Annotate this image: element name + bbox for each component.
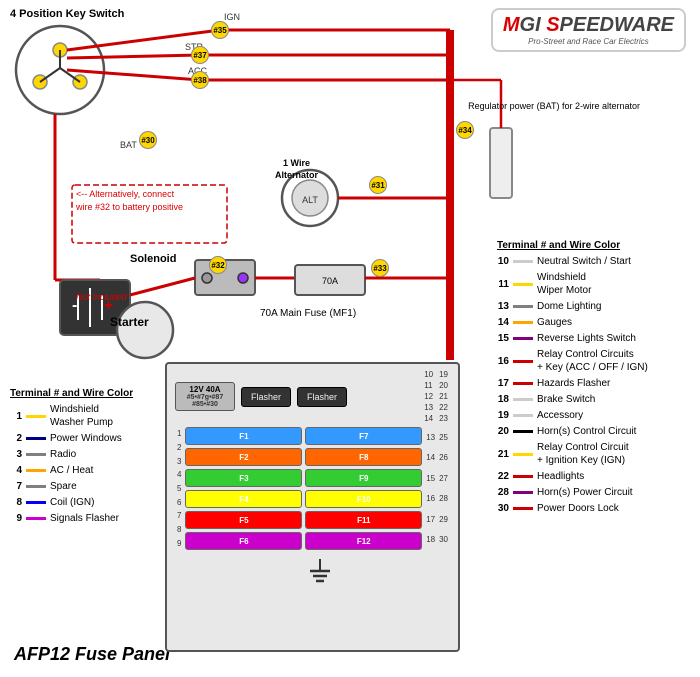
logo-brand: MGI SPEEDWARE: [503, 14, 674, 37]
switch-title: 4 Position Key Switch: [10, 8, 124, 20]
wire-color-line: [513, 360, 533, 363]
alt-connect-text: <-- Alternatively, connectwire #32 to ba…: [76, 188, 224, 213]
wire-number-badge-b38: #38: [191, 71, 209, 89]
wire-color-line: [26, 437, 46, 440]
left-terminal-section: Terminal # and Wire Color 1 WindshieldWa…: [10, 388, 165, 528]
alternator-label: 1 WireAlternator: [275, 158, 318, 181]
wire-number-badge-b34: #34: [456, 121, 474, 139]
wire-color-line: [26, 501, 46, 504]
left-terminal-row: 9 Signals Flasher: [10, 512, 165, 525]
left-panel-numbers: 123456789: [177, 427, 181, 550]
left-terminal-row: 3 Radio: [10, 448, 165, 461]
left-terminal-row: 8 Coil (IGN): [10, 496, 165, 509]
right-terminal-list: 10 Neutral Switch / Start 11 WindshieldW…: [497, 255, 692, 515]
afp-title: AFP12 Fuse Panel: [14, 644, 170, 665]
wire-color-line: [513, 507, 533, 510]
left-terminal-row: 1 WindshieldWasher Pump: [10, 403, 165, 429]
fuse-item: F5: [185, 511, 302, 529]
not-included-label: Not Included: [76, 292, 127, 302]
right-terminal-row: 13 Dome Lighting: [497, 300, 692, 313]
fuse-item: F2: [185, 448, 302, 466]
svg-text:ALT: ALT: [302, 195, 318, 205]
right-terminal-row: 11 WindshieldWiper Motor: [497, 271, 692, 297]
svg-text:BAT: BAT: [120, 140, 137, 150]
fuse-item: F3: [185, 469, 302, 487]
wire-number-badge-b31: #31: [369, 176, 387, 194]
starter-label: Starter: [110, 315, 149, 329]
right-terminal-row: 19 Accessory: [497, 409, 692, 422]
ground-symbol: [305, 559, 335, 589]
regulator-label: Regulator power (BAT) for 2-wire alterna…: [468, 100, 640, 113]
fuse-area: 123456789 F1F7F2F8F3F9F4F10F5F11F6F12 13…: [167, 427, 458, 556]
right-terminal-row: 28 Horn(s) Power Circuit: [497, 486, 692, 499]
wire-number-badge-b30: #30: [139, 131, 157, 149]
wire-number-badge-b37: #37: [191, 46, 209, 64]
wire-number-badge-b35: #35: [211, 21, 229, 39]
fuse-item: F1: [185, 427, 302, 445]
main-diagram: + - 70A ALT: [0, 0, 700, 677]
fuse-item: F6: [185, 532, 302, 550]
panel-far-right-numbers: 1920212223: [439, 370, 448, 423]
left-terminal-list: 1 WindshieldWasher Pump 2 Power Windows …: [10, 403, 165, 525]
wire-color-line: [513, 283, 533, 286]
wire-color-line: [513, 321, 533, 324]
wire-number-badge-b33: #33: [371, 259, 389, 277]
logo-area: MGI SPEEDWARE Pro-Street and Race Car El…: [491, 8, 686, 52]
right-terminal-row: 22 Headlights: [497, 470, 692, 483]
right-terminal-row: 14 Gauges: [497, 316, 692, 329]
fuse-item: F12: [305, 532, 422, 550]
fuse-item: F9: [305, 469, 422, 487]
fuse-item: F11: [305, 511, 422, 529]
wire-color-line: [26, 517, 46, 520]
fuse-item: F8: [305, 448, 422, 466]
left-terminal-row: 4 AC / Heat: [10, 464, 165, 477]
wire-color-line: [26, 469, 46, 472]
right-terminal-row: 21 Relay Control Circuit+ Ignition Key (…: [497, 441, 692, 467]
wire-color-line: [513, 305, 533, 308]
fuse-panel-box: 12V 40A #5•#7g•#87#85•#30 Flasher Flashe…: [165, 362, 460, 652]
right-terminal-row: 10 Neutral Switch / Start: [497, 255, 692, 268]
fuse-item: F10: [305, 490, 422, 508]
panel-right-numbers: 1011121314: [424, 370, 433, 423]
wire-color-line: [26, 485, 46, 488]
flasher2-box: Flasher: [297, 387, 347, 407]
wire-color-line: [513, 491, 533, 494]
fuse-grid: F1F7F2F8F3F9F4F10F5F11F6F12: [185, 427, 422, 550]
left-terminal-title: Terminal # and Wire Color: [10, 388, 165, 399]
right-terminal-row: 16 Relay Control Circuits+ Key (ACC / OF…: [497, 348, 692, 374]
logo-tagline: Pro-Street and Race Car Electrics: [503, 37, 674, 46]
fuse-item: F7: [305, 427, 422, 445]
solenoid-label: Solenoid: [130, 253, 176, 265]
flasher1-box: Flasher: [241, 387, 291, 407]
right-terminal-row: 20 Horn(s) Control Circuit: [497, 425, 692, 438]
inner-right-numbers: 131415161718: [426, 427, 435, 550]
wire-color-line: [513, 453, 533, 456]
wire-color-line: [513, 398, 533, 401]
wire-color-line: [26, 453, 46, 456]
main-fuse-label: 70A Main Fuse (MF1): [260, 308, 356, 319]
wire-color-line: [513, 382, 533, 385]
relay-box: 12V 40A #5•#7g•#87#85•#30: [175, 382, 235, 411]
right-terminal-row: 18 Brake Switch: [497, 393, 692, 406]
right-terminal-row: 30 Power Doors Lock: [497, 502, 692, 515]
svg-text:70A: 70A: [322, 276, 338, 286]
right-terminal-section: Terminal # and Wire Color 10 Neutral Swi…: [497, 240, 692, 518]
wire-color-line: [513, 414, 533, 417]
wire-color-line: [513, 475, 533, 478]
outer-right-numbers: 252627282930: [439, 427, 448, 550]
wire-color-line: [513, 260, 533, 263]
left-terminal-row: 2 Power Windows: [10, 432, 165, 445]
right-terminal-row: 15 Reverse Lights Switch: [497, 332, 692, 345]
left-terminal-row: 7 Spare: [10, 480, 165, 493]
wire-color-line: [513, 337, 533, 340]
right-terminal-title: Terminal # and Wire Color: [497, 240, 692, 251]
wire-number-badge-b32: #32: [209, 256, 227, 274]
fuse-item: F4: [185, 490, 302, 508]
svg-text:IGN: IGN: [224, 12, 240, 22]
wire-color-line: [513, 430, 533, 433]
wire-color-line: [26, 415, 46, 418]
right-terminal-row: 17 Hazards Flasher: [497, 377, 692, 390]
